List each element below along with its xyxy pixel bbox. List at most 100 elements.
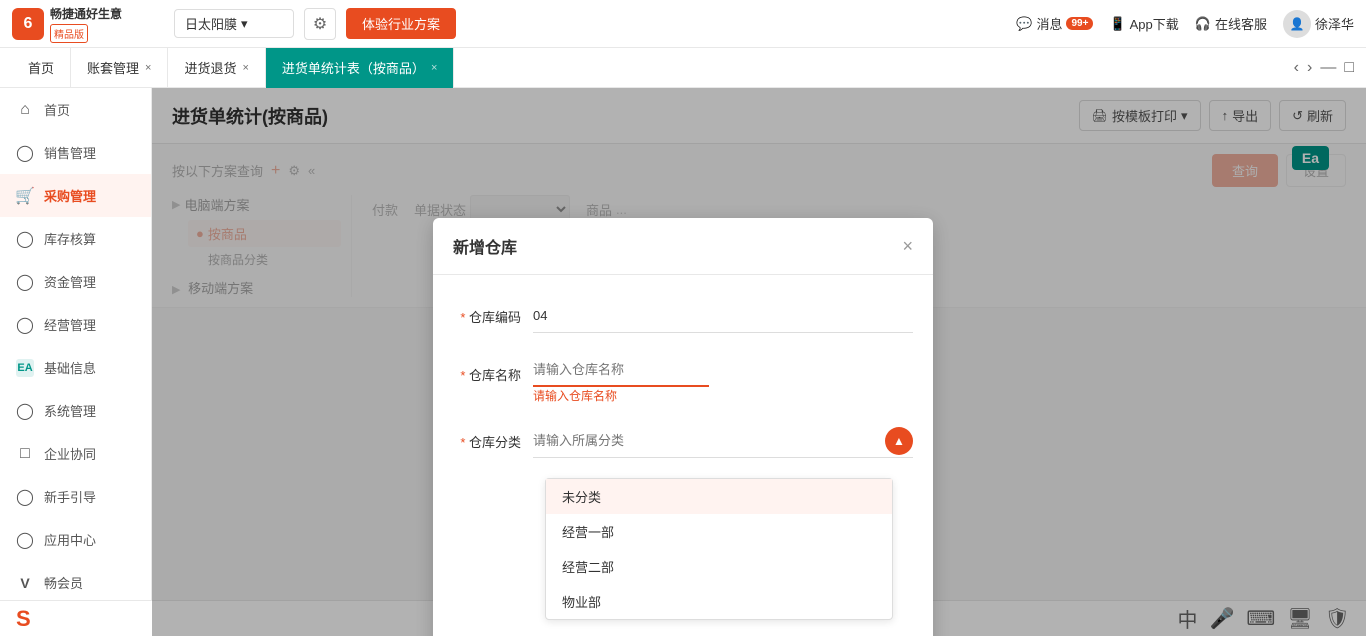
code-label: 仓库编码 <box>453 299 533 326</box>
sidebar-item-home[interactable]: ⌂ 首页 <box>0 88 151 131</box>
purchase-icon: 🛒 <box>16 187 34 205</box>
enterprise-icon: □ <box>16 445 34 463</box>
dialog-header: 新增仓库 × <box>433 218 933 275</box>
note-textarea[interactable] <box>533 628 913 636</box>
logo-area: 6 畅捷通好生意 精品版 <box>12 5 164 43</box>
sidebar-item-apps[interactable]: ◯ 应用中心 <box>0 518 151 561</box>
dialog-close-button[interactable]: × <box>902 236 913 257</box>
headset-icon: 🎧 <box>1195 16 1211 32</box>
tab-next-icon[interactable]: › <box>1307 59 1312 77</box>
basic-icon: EA <box>16 359 34 377</box>
sidebar-item-home-label: 首页 <box>44 100 70 119</box>
newbie-icon: ◯ <box>16 488 34 506</box>
form-row-note: 备注 <box>453 628 913 636</box>
trial-button[interactable]: 体验行业方案 <box>346 8 456 39</box>
sidebar-item-inventory[interactable]: ◯ 库存核算 <box>0 217 151 260</box>
finance-icon: ◯ <box>16 273 34 291</box>
tab-maximize-icon[interactable]: □ <box>1344 59 1354 77</box>
sidebar-item-sales-label: 销售管理 <box>44 143 96 162</box>
username-label: 徐泽华 <box>1315 14 1354 33</box>
dialog-add-warehouse: 新增仓库 × 仓库编码 仓库名称 <box>433 218 933 636</box>
dialog-body: 仓库编码 仓库名称 请输入仓库名称 <box>433 275 933 636</box>
sidebar-item-inventory-label: 库存核算 <box>44 229 96 248</box>
tab-purchase-stats-close[interactable]: × <box>431 62 437 74</box>
tab-purchase-return-close[interactable]: × <box>242 62 248 74</box>
form-row-category: 仓库分类 ▲ <box>453 424 913 458</box>
app-download-label: App下载 <box>1130 14 1179 33</box>
name-input[interactable] <box>533 353 709 387</box>
member-icon: V <box>16 574 34 592</box>
user-item[interactable]: 👤 徐泽华 <box>1283 10 1354 38</box>
dropdown-item-dept2[interactable]: 经营二部 <box>546 549 892 584</box>
sidebar: ⌂ 首页 ◯ 销售管理 🛒 采购管理 ◯ 库存核算 ◯ 资金管理 ◯ 经营管理 … <box>0 88 152 636</box>
logo-text: 畅捷通好生意 精品版 <box>50 5 122 43</box>
tab-minimize-icon[interactable]: — <box>1320 59 1336 77</box>
sidebar-item-purchase[interactable]: 🛒 采购管理 <box>0 174 151 217</box>
code-input[interactable] <box>533 299 913 333</box>
store-selector[interactable]: 日太阳膜 ▾ <box>174 9 294 38</box>
category-select-wrapper: ▲ <box>533 424 913 458</box>
logo-badge: 精品版 <box>50 24 88 43</box>
sidebar-item-operations[interactable]: ◯ 经营管理 <box>0 303 151 346</box>
tab-account-close[interactable]: × <box>145 62 151 74</box>
category-label: 仓库分类 <box>453 424 533 451</box>
s-logo-icon: S <box>16 606 31 632</box>
dropdown-item-property[interactable]: 物业部 <box>546 584 892 619</box>
dialog-overlay[interactable]: 新增仓库 × 仓库编码 仓库名称 <box>152 88 1366 636</box>
sidebar-item-apps-label: 应用中心 <box>44 530 96 549</box>
tab-home-label: 首页 <box>28 58 54 77</box>
top-header: 6 畅捷通好生意 精品版 日太阳膜 ▾ ⚙ 体验行业方案 💬 消息 99+ 📱 … <box>0 0 1366 48</box>
sidebar-item-finance[interactable]: ◯ 资金管理 <box>0 260 151 303</box>
category-dropdown-toggle[interactable]: ▲ <box>885 427 913 455</box>
sidebar-item-purchase-label: 采购管理 <box>44 186 96 205</box>
header-right: 💬 消息 99+ 📱 App下载 🎧 在线客服 👤 徐泽华 <box>1016 10 1354 38</box>
tab-home[interactable]: 首页 <box>12 48 71 88</box>
tab-controls: ‹ › — □ <box>1294 59 1354 77</box>
customer-service-label: 在线客服 <box>1215 14 1267 33</box>
messages-item[interactable]: 💬 消息 99+ <box>1016 14 1093 33</box>
bottom-icons: S <box>16 606 31 632</box>
tab-bar: 首页 账套管理 × 进货退货 × 进货单统计表（按商品） × ‹ › — □ <box>0 48 1366 88</box>
dropdown-item-dept1[interactable]: 经营一部 <box>546 514 892 549</box>
apps-icon: ◯ <box>16 531 34 549</box>
system-icon: ◯ <box>16 402 34 420</box>
dropdown-item-uncategorized[interactable]: 未分类 <box>546 479 892 514</box>
form-row-code: 仓库编码 <box>453 299 913 333</box>
sidebar-item-finance-label: 资金管理 <box>44 272 96 291</box>
dialog-title: 新增仓库 <box>453 234 517 258</box>
tab-purchase-return-label: 进货退货 <box>184 58 236 77</box>
sidebar-item-basic-label: 基础信息 <box>44 358 96 377</box>
messages-label: 消息 <box>1036 14 1062 33</box>
logo-name: 畅捷通好生意 <box>50 5 122 22</box>
sidebar-item-sales[interactable]: ◯ 销售管理 <box>0 131 151 174</box>
tab-purchase-return[interactable]: 进货退货 × <box>168 48 265 88</box>
tab-purchase-stats[interactable]: 进货单统计表（按商品） × <box>266 48 454 88</box>
note-label: 备注 <box>453 628 533 636</box>
form-row-name: 仓库名称 请输入仓库名称 <box>453 353 913 404</box>
chevron-down-icon: ▾ <box>241 16 248 32</box>
category-input[interactable] <box>533 424 913 458</box>
customer-service-item[interactable]: 🎧 在线客服 <box>1195 14 1267 33</box>
messages-badge: 99+ <box>1066 17 1093 30</box>
sidebar-item-basic[interactable]: EA 基础信息 <box>0 346 151 389</box>
message-icon: 💬 <box>1016 16 1032 32</box>
settings-icon[interactable]: ⚙ <box>304 8 336 40</box>
app-download-item[interactable]: 📱 App下载 <box>1109 14 1178 33</box>
home-icon: ⌂ <box>16 101 34 119</box>
name-label: 仓库名称 <box>453 357 533 384</box>
sidebar-item-newbie[interactable]: ◯ 新手引导 <box>0 475 151 518</box>
logo-icon: 6 <box>12 8 44 40</box>
store-name: 日太阳膜 <box>185 14 237 33</box>
tab-account-label: 账套管理 <box>87 58 139 77</box>
main-layout: ⌂ 首页 ◯ 销售管理 🛒 采购管理 ◯ 库存核算 ◯ 资金管理 ◯ 经营管理 … <box>0 88 1366 636</box>
tab-account[interactable]: 账套管理 × <box>71 48 168 88</box>
avatar: 👤 <box>1283 10 1311 38</box>
tab-prev-icon[interactable]: ‹ <box>1294 59 1299 77</box>
content-area: 进货单统计(按商品) 🖨 按模板打印 ▾ ↑ 导出 ↺ 刷新 <box>152 88 1366 636</box>
sidebar-item-enterprise[interactable]: □ 企业协同 <box>0 432 151 475</box>
tab-purchase-stats-label: 进货单统计表（按商品） <box>282 58 425 77</box>
sidebar-item-member-label: 畅会员 <box>44 573 83 592</box>
sidebar-item-newbie-label: 新手引导 <box>44 487 96 506</box>
sidebar-item-system[interactable]: ◯ 系统管理 <box>0 389 151 432</box>
sidebar-item-member[interactable]: V 畅会员 <box>0 561 151 604</box>
